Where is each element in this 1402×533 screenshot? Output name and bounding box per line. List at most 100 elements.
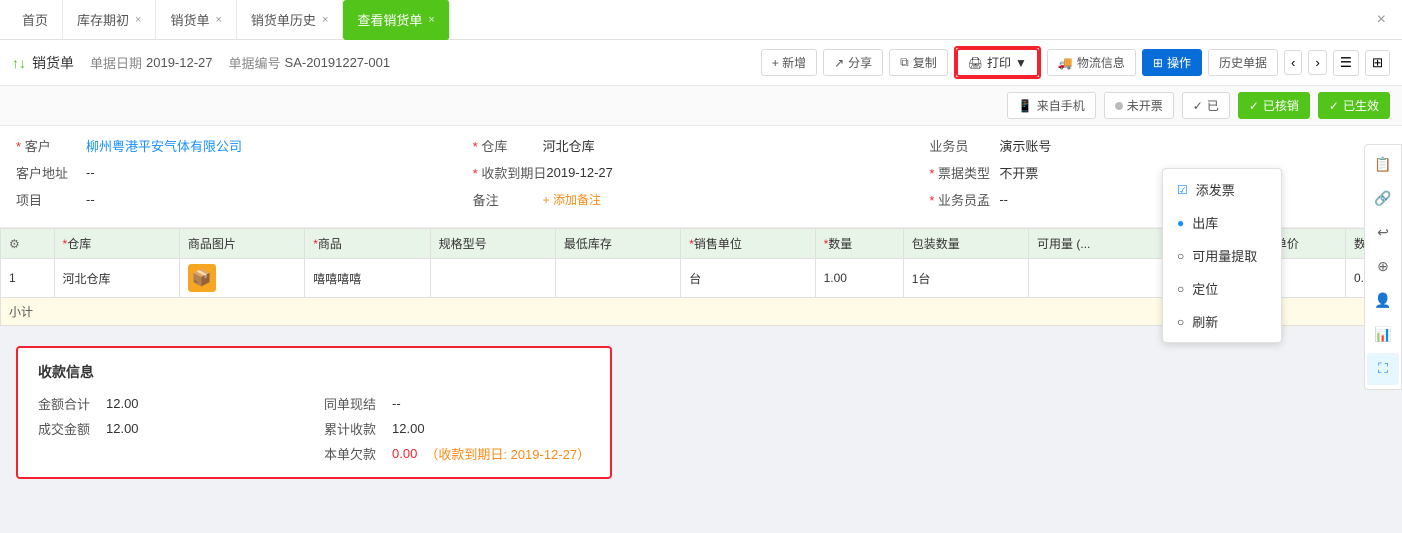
sidebar-icon-user[interactable]: 👤 xyxy=(1367,285,1399,317)
dropdown-locate[interactable]: ○ 定位 xyxy=(1163,272,1281,305)
doc-title-text: 销货单 xyxy=(32,53,74,73)
radio-empty-icon-2: ○ xyxy=(1177,282,1184,296)
tab-sales-history-close[interactable]: × xyxy=(322,14,328,26)
refresh-label: 刷新 xyxy=(1192,312,1218,331)
tab-view-sales[interactable]: 查看销货单 × xyxy=(343,0,449,40)
customer-field: * 客户 柳州粤港平安气体有限公司 xyxy=(16,136,473,155)
outstanding-row: 本单欠款 0.00 （收款到期日: 2019-12-27） xyxy=(324,444,590,463)
col-settings[interactable]: ⚙ xyxy=(1,229,55,259)
tab-inventory-init[interactable]: 库存期初 × xyxy=(63,0,156,40)
next-button[interactable]: › xyxy=(1308,50,1326,75)
effect-check-icon: ✓ xyxy=(1329,99,1339,113)
already-effect-label: 已生效 xyxy=(1343,97,1379,114)
doc-meta: 单据日期 2019-12-27 单据编号 SA-20191227-001 xyxy=(90,53,390,72)
sidebar-icon-undo[interactable]: ↩ xyxy=(1367,217,1399,249)
cell-image: 📦 xyxy=(179,259,304,298)
list-view-icon: ☰ xyxy=(1340,55,1352,70)
tab-view-sales-close[interactable]: × xyxy=(428,14,434,26)
available-qty-label: 可用量提取 xyxy=(1192,246,1257,265)
share-icon: ↗ xyxy=(834,56,844,70)
doc-date-value: 2019-12-27 xyxy=(146,55,213,70)
sidebar-icon-expand[interactable]: ⛶ xyxy=(1367,353,1399,385)
tab-sales-history[interactable]: 销货单历史 × xyxy=(237,0,343,40)
phone-icon: 📱 xyxy=(1018,99,1033,113)
cumulative-value: 12.00 xyxy=(392,421,425,436)
dropdown-add-invoice[interactable]: ☑ 添发票 xyxy=(1163,173,1281,206)
col-image: 商品图片 xyxy=(179,229,304,259)
dropdown-available-qty[interactable]: ○ 可用量提取 xyxy=(1163,239,1281,272)
history-button[interactable]: 历史单据 xyxy=(1208,49,1278,76)
check-icon: ✓ xyxy=(1249,99,1259,113)
confirm-icon: ✓ xyxy=(1193,99,1203,113)
sidebar-icon-link[interactable]: 🔗 xyxy=(1367,183,1399,215)
payment-left: 金额合计 12.00 成交金额 12.00 xyxy=(38,394,304,463)
cumulative-row: 累计收款 12.00 xyxy=(324,419,590,438)
payment-date-label: * 收款到期日 xyxy=(473,163,547,182)
radio-selected-icon: ● xyxy=(1177,216,1184,230)
tab-sales-history-label: 销货单历史 xyxy=(251,10,316,29)
col-min-stock: 最低库存 xyxy=(555,229,680,259)
outstanding-label: 本单欠款 xyxy=(324,444,384,463)
doc-title-section: ↑↓ 销货单 xyxy=(12,53,74,73)
grid-view-button[interactable]: ⊞ xyxy=(1365,50,1390,76)
from-phone-button[interactable]: 📱 来自手机 xyxy=(1007,92,1096,119)
print-button-highlight: 🖨 打印 ▼ xyxy=(954,46,1041,79)
toolbar-row: 📱 来自手机 未开票 ✓ 已 ✓ 已核销 ✓ 已生效 xyxy=(0,86,1402,126)
share-button[interactable]: ↗ 分享 xyxy=(823,49,883,76)
warehouse-required: * xyxy=(473,139,478,154)
print-button[interactable]: 🖨 打印 ▼ xyxy=(956,48,1039,77)
ticket-type-label: * 票据类型 xyxy=(929,163,999,182)
sidebar-icon-chart[interactable]: 📊 xyxy=(1367,319,1399,351)
logistics-button-label: 物流信息 xyxy=(1077,54,1125,71)
note-field: 备注 添加备注 xyxy=(473,190,930,209)
same-order-label: 同单现结 xyxy=(324,394,384,413)
settings-icon[interactable]: ⚙ xyxy=(9,237,20,251)
tab-inventory-close[interactable]: × xyxy=(135,14,141,26)
add-note-button[interactable]: 添加备注 xyxy=(543,191,601,208)
not-opened-button[interactable]: 未开票 xyxy=(1104,92,1174,119)
payment-section: 收款信息 金额合计 12.00 成交金额 12.00 同单现结 -- 累计收款 xyxy=(16,346,612,479)
already-effect-button[interactable]: ✓ 已生效 xyxy=(1318,92,1390,119)
doc-date-section: 单据日期 2019-12-27 xyxy=(90,53,213,72)
tab-home-label: 首页 xyxy=(22,10,48,29)
radio-empty-icon-1: ○ xyxy=(1177,249,1184,263)
prev-icon: ‹ xyxy=(1291,55,1295,70)
tab-home[interactable]: 首页 xyxy=(8,0,63,40)
next-icon: › xyxy=(1315,55,1319,70)
tab-bar-close-button[interactable]: × xyxy=(1369,11,1394,29)
logistics-button[interactable]: 🚚 物流信息 xyxy=(1047,49,1136,76)
transaction-row: 成交金额 12.00 xyxy=(38,419,304,438)
operate-button[interactable]: ⊞ 操作 xyxy=(1142,49,1202,76)
already-sold-button[interactable]: ✓ 已核销 xyxy=(1238,92,1310,119)
locate-label: 定位 xyxy=(1192,279,1218,298)
copy-button[interactable]: ⧉ 复制 xyxy=(889,49,948,76)
outbound-label: 出库 xyxy=(1192,213,1218,232)
dropdown-refresh[interactable]: ○ 刷新 xyxy=(1163,305,1281,338)
not-opened-dot xyxy=(1115,102,1123,110)
staff-field: 业务员 演示账号 xyxy=(929,136,1386,155)
cell-warehouse: 河北仓库 xyxy=(54,259,179,298)
col-warehouse: *仓库 xyxy=(54,229,179,259)
ticket-type-field: * 票据类型 不开票 xyxy=(929,163,1386,182)
cell-spec xyxy=(430,259,555,298)
right-sidebar: 📋 🔗 ↩ ⊕ 👤 📊 ⛶ xyxy=(1364,144,1402,390)
cell-available xyxy=(1029,259,1165,298)
col-qty: *数量 xyxy=(815,229,903,259)
prev-button[interactable]: ‹ xyxy=(1284,50,1302,75)
customer-value[interactable]: 柳州粤港平安气体有限公司 xyxy=(86,136,473,155)
staff2-label: * 业务员孟 xyxy=(929,190,999,209)
staff2-field: * 业务员孟 -- xyxy=(929,190,1386,209)
tab-inventory-label: 库存期初 xyxy=(77,10,129,29)
print-icon: 🖨 xyxy=(968,56,983,70)
list-view-button[interactable]: ☰ xyxy=(1333,50,1359,76)
sidebar-icon-clipboard[interactable]: 📋 xyxy=(1367,149,1399,181)
dropdown-outbound[interactable]: ● 出库 xyxy=(1163,206,1281,239)
tab-sales-order[interactable]: 销货单 × xyxy=(156,0,236,40)
confirm-button[interactable]: ✓ 已 xyxy=(1182,92,1230,119)
new-button-label: + 新增 xyxy=(772,54,806,71)
cell-min-stock xyxy=(555,259,680,298)
radio-empty-icon-3: ○ xyxy=(1177,315,1184,329)
new-button[interactable]: + 新增 xyxy=(761,49,817,76)
sidebar-icon-add[interactable]: ⊕ xyxy=(1367,251,1399,283)
tab-sales-order-close[interactable]: × xyxy=(215,14,221,26)
